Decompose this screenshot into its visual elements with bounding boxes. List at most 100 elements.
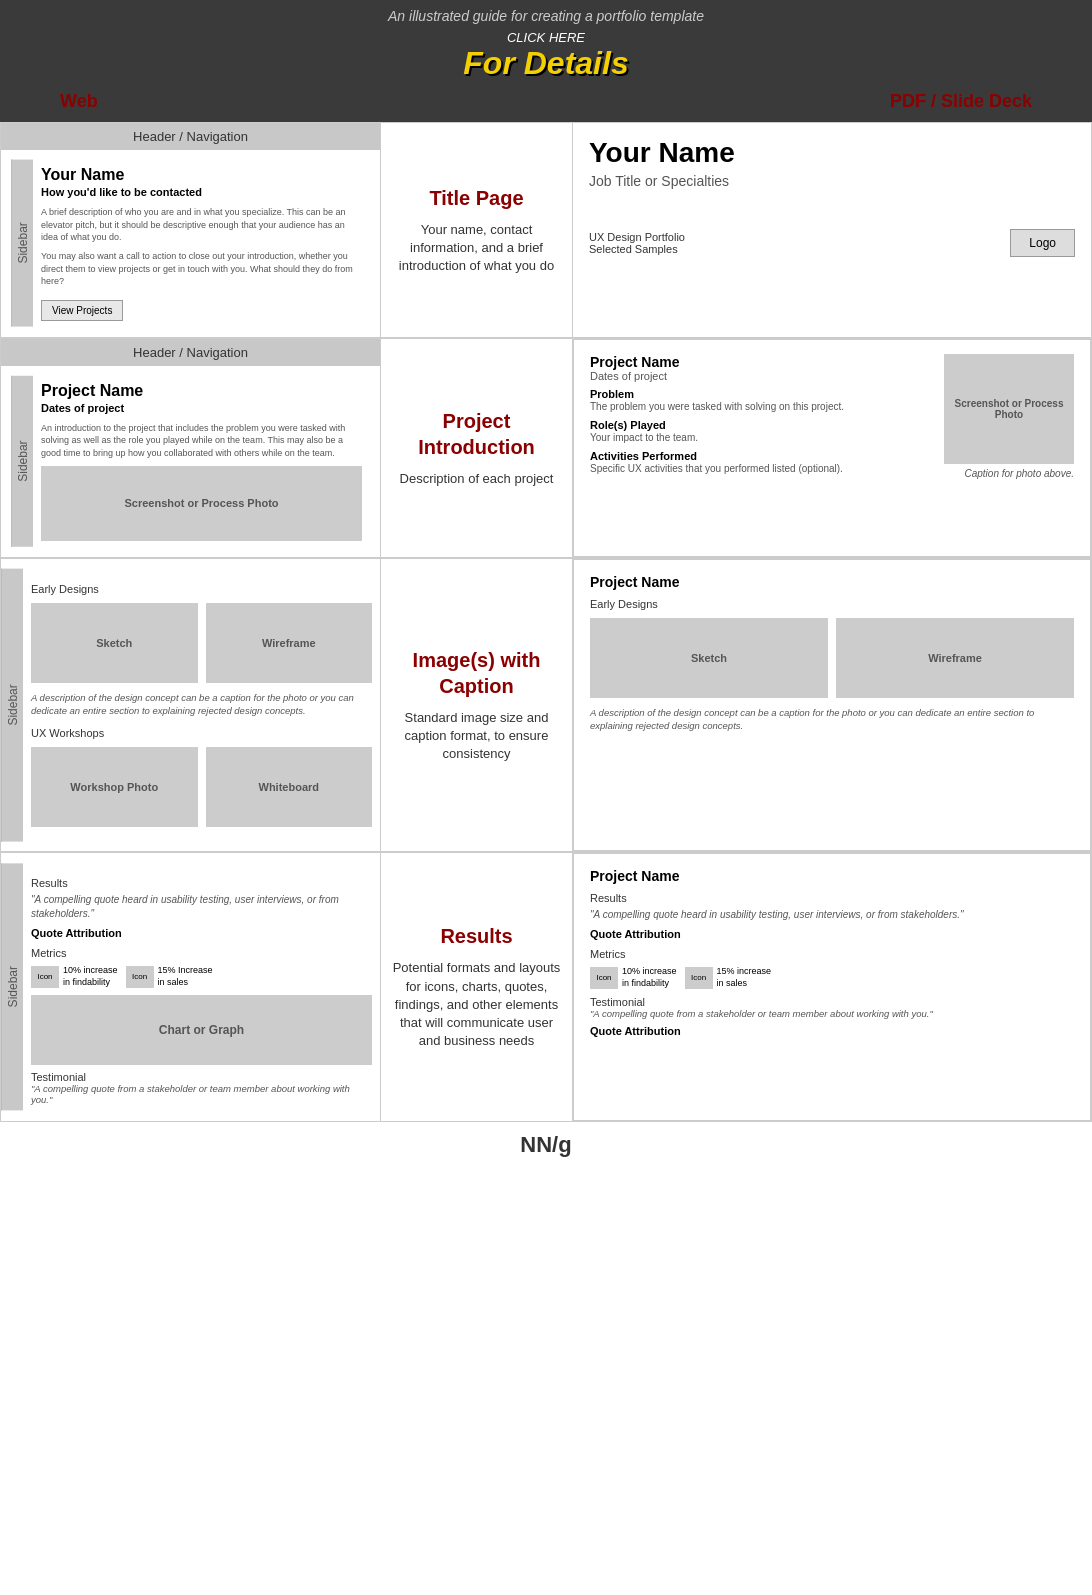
pdf-metric2-icon: Icon: [685, 967, 713, 989]
top-banner: An illustrated guide for creating a port…: [0, 0, 1092, 85]
pdf-footer-row: UX Design Portfolio Selected Samples Log…: [589, 229, 1075, 257]
pdf-role-label: Role(s) Played: [590, 419, 932, 431]
metric2-line1: 15% Increase: [158, 965, 213, 977]
section1-middle: Title Page Your name, contact informatio…: [381, 123, 573, 337]
section3-pdf-panel: Project Name Early Designs Sketch Wirefr…: [573, 559, 1091, 852]
section4-web-panel: Sidebar Results "A compelling quote hear…: [1, 853, 381, 1120]
early-designs-grid: Sketch Wireframe: [31, 603, 372, 683]
section1-panel-body: Sidebar Your Name How you'd like to be c…: [1, 150, 380, 337]
section3-content: Early Designs Sketch Wireframe A descrip…: [23, 569, 380, 842]
pdf-metrics-row: Icon 10% increase in findability Icon 15…: [590, 966, 1074, 989]
pdf-subtitle: Job Title or Specialties: [589, 173, 1075, 189]
pdf-metric-1: Icon 10% increase in findability: [590, 966, 677, 989]
nav-web: Web: [60, 91, 98, 112]
web-name: Your Name: [41, 166, 362, 184]
section3-middle-title: Image(s) with Caption: [391, 647, 562, 699]
section1-middle-title: Title Page: [391, 185, 562, 211]
banner-subtitle: An illustrated guide for creating a port…: [0, 8, 1092, 24]
pdf-project-row: Project Name Dates of project Problem Th…: [590, 354, 1074, 479]
section2-project-name: Project Name: [41, 382, 362, 400]
metrics-label: Metrics: [31, 947, 372, 959]
metric-2: Icon 15% Increase in sales: [126, 965, 213, 988]
section3-middle-desc: Standard image size and caption format, …: [391, 709, 562, 764]
pdf-activities-label: Activities Performed: [590, 450, 932, 462]
pdf-early-designs-label: Early Designs: [590, 598, 1074, 610]
sidebar-tab-2: Sidebar: [11, 376, 33, 547]
section1-content: Your Name How you'd like to be contacted…: [33, 160, 370, 327]
pdf-activities-text: Specific UX activities that you performe…: [590, 462, 932, 475]
pdf-metric-2: Icon 15% increase in sales: [685, 966, 772, 989]
section4-middle-title: Results: [391, 923, 562, 949]
results-label: Results: [31, 877, 372, 889]
section1-web-panel: Header / Navigation Sidebar Your Name Ho…: [1, 123, 381, 337]
pdf-role-text: Your impact to the team.: [590, 431, 932, 444]
pdf-screenshot-box: Screenshot or Process Photo: [944, 354, 1074, 464]
designs-caption: A description of the design concept can …: [31, 691, 372, 718]
sketch-box: Sketch: [31, 603, 198, 683]
pdf-metric2-text: 15% increase in sales: [717, 966, 772, 989]
pdf-caption: Caption for photo above.: [944, 468, 1074, 479]
testimonial-text: "A compelling quote from a stakeholder o…: [31, 1083, 372, 1105]
sidebar-tab-3: Sidebar: [1, 569, 23, 842]
section1-panel-header: Header / Navigation: [1, 123, 380, 150]
pdf-problem-label: Problem: [590, 388, 932, 400]
pdf-problem-text: The problem you were tasked with solving…: [590, 400, 932, 413]
web-desc2: You may also want a call to action to cl…: [41, 250, 362, 288]
pdf-testimonial-text: "A compelling quote from a stakeholder o…: [590, 1008, 1074, 1019]
section3-web-panel: Sidebar Early Designs Sketch Wireframe A…: [1, 559, 381, 852]
click-here-big[interactable]: For Details: [0, 46, 1092, 81]
pdf-name: Your Name: [589, 137, 1075, 169]
section2-pdf-panel: Project Name Dates of project Problem Th…: [573, 339, 1091, 557]
metric2-text: 15% Increase in sales: [158, 965, 213, 988]
section-4: Sidebar Results "A compelling quote hear…: [0, 852, 1092, 1121]
pdf-project-dates: Dates of project: [590, 370, 932, 382]
nav-pdf: PDF / Slide Deck: [890, 91, 1032, 112]
metrics-row: Icon 10% increase in findability Icon 15…: [31, 965, 372, 988]
pdf-metric1-text: 10% increase in findability: [622, 966, 677, 989]
pdf-wireframe-box: Wireframe: [836, 618, 1074, 698]
quote-attr-label: Quote Attribution: [31, 927, 372, 939]
pdf-results-quote: "A compelling quote heard in usability t…: [590, 908, 1074, 922]
section2-middle-desc: Description of each project: [391, 470, 562, 488]
section2-screenshot: Screenshot or Process Photo: [41, 466, 362, 541]
pdf-results-label: Results: [590, 892, 1074, 904]
workshop-photo-box: Workshop Photo: [31, 747, 198, 827]
section4-middle: Results Potential formats and layouts fo…: [381, 853, 573, 1120]
section4-panel-body: Sidebar Results "A compelling quote hear…: [1, 853, 380, 1120]
section-1: Header / Navigation Sidebar Your Name Ho…: [0, 122, 1092, 338]
pdf-metric1-line2: in findability: [622, 978, 677, 990]
pdf-metric2-line2: in sales: [717, 978, 772, 990]
section-2: Header / Navigation Sidebar Project Name…: [0, 338, 1092, 558]
early-designs-label: Early Designs: [31, 583, 372, 595]
section2-content: Project Name Dates of project An introdu…: [33, 376, 370, 547]
metric2-line2: in sales: [158, 977, 213, 989]
section2-panel-header: Header / Navigation: [1, 339, 380, 366]
metric2-icon: Icon: [126, 966, 154, 988]
section4-middle-desc: Potential formats and layouts for icons,…: [391, 959, 562, 1050]
pdf-metrics-label: Metrics: [590, 948, 1074, 960]
pdf-testimonial-attr: Quote Attribution: [590, 1025, 1074, 1037]
sidebar-tab-4: Sidebar: [1, 863, 23, 1110]
workshops-grid: Workshop Photo Whiteboard: [31, 747, 372, 827]
section3-middle: Image(s) with Caption Standard image siz…: [381, 559, 573, 852]
section2-dates: Dates of project: [41, 402, 362, 414]
whiteboard-box: Whiteboard: [206, 747, 373, 827]
section2-web-panel: Header / Navigation Sidebar Project Name…: [1, 339, 381, 557]
nav-row: Web PDF / Slide Deck: [0, 85, 1092, 122]
metric1-line1: 10% increase: [63, 965, 118, 977]
pdf-portfolio-title: UX Design Portfolio: [589, 231, 685, 243]
testimonial-label: Testimonial: [31, 1071, 372, 1083]
pdf-section3-project-name: Project Name: [590, 574, 1074, 590]
web-contact: How you'd like to be contacted: [41, 186, 362, 198]
pdf-metric1-icon: Icon: [590, 967, 618, 989]
pdf-project-name: Project Name: [590, 354, 932, 370]
view-projects-button[interactable]: View Projects: [41, 300, 123, 321]
pdf-selected-samples: Selected Samples: [589, 243, 685, 255]
section4-pdf-panel: Project Name Results "A compelling quote…: [573, 853, 1091, 1120]
chart-box: Chart or Graph: [31, 995, 372, 1065]
wireframe-box: Wireframe: [206, 603, 373, 683]
section2-panel-body: Sidebar Project Name Dates of project An…: [1, 366, 380, 557]
section3-panel-body: Sidebar Early Designs Sketch Wireframe A…: [1, 559, 380, 852]
pdf-designs-caption: A description of the design concept can …: [590, 706, 1074, 733]
pdf-project-right: Screenshot or Process Photo Caption for …: [944, 354, 1074, 479]
